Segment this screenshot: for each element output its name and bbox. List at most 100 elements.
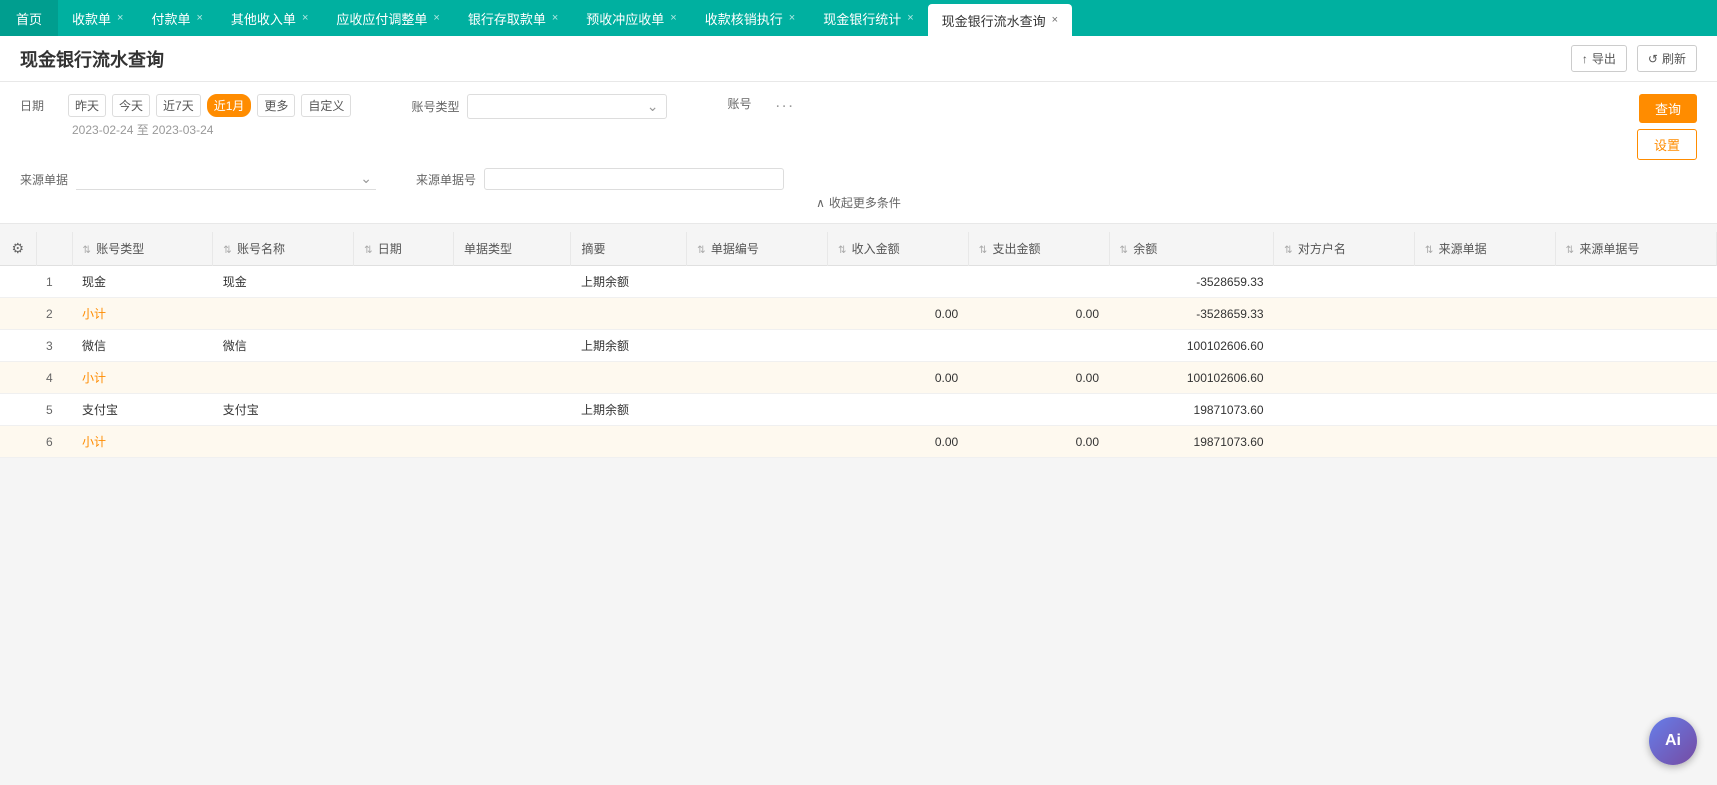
close-tab-5-icon[interactable]: × (670, 12, 676, 24)
account-type-label: 账号类型 (411, 98, 459, 115)
query-button[interactable]: 查询 (1639, 94, 1697, 123)
nav-tab-3[interactable]: 应收应付调整单 × (322, 0, 453, 36)
td-counterparty (1274, 298, 1415, 330)
nav-tab-8[interactable]: 现金银行流水查询 × (928, 4, 1072, 36)
close-tab-1-icon[interactable]: × (196, 12, 202, 24)
table-header-row: ⚙ ⇅ 账号类型 ⇅ 账号名称 ⇅ 日期 单据类型 (0, 232, 1717, 266)
collapse-label: 收起更多条件 (829, 194, 901, 211)
td-source-doc-no (1555, 394, 1716, 426)
table-row[interactable]: 5 支付宝 支付宝 上期余额 19871073.60 (0, 394, 1717, 426)
td-counterparty (1274, 394, 1415, 426)
close-tab-4-icon[interactable]: × (552, 12, 558, 24)
th-date[interactable]: ⇅ 日期 (354, 232, 454, 266)
td-gear (0, 330, 36, 362)
th-summary: 摘要 (571, 232, 687, 266)
table-row[interactable]: 6 小计 0.00 0.00 19871073.60 (0, 426, 1717, 458)
sort-balance-icon: ⇅ (1120, 245, 1128, 256)
account-label: 账号 (727, 95, 767, 112)
table-row[interactable]: 1 现金 现金 上期余额 -3528659.33 (0, 266, 1717, 298)
td-account-type: 小计 (72, 362, 213, 394)
sort-counterparty-icon: ⇅ (1284, 245, 1292, 256)
td-index: 1 (36, 266, 72, 298)
nav-tab-6[interactable]: 收款核销执行 × (691, 0, 809, 36)
td-expense: 0.00 (968, 362, 1109, 394)
table-row[interactable]: 4 小计 0.00 0.00 100102606.60 (0, 362, 1717, 394)
refresh-icon: ↺ (1648, 52, 1658, 66)
nav-home[interactable]: 首页 (0, 0, 58, 36)
th-income[interactable]: ⇅ 收入金额 (827, 232, 968, 266)
date-more[interactable]: 更多 (257, 94, 295, 117)
td-gear (0, 298, 36, 330)
td-date (354, 330, 454, 362)
nav-tab-1[interactable]: 付款单 × (137, 0, 216, 36)
nav-tab-7[interactable]: 现金银行统计 × (809, 0, 927, 36)
date-custom[interactable]: 自定义 (301, 94, 351, 117)
date-yesterday[interactable]: 昨天 (68, 94, 106, 117)
settings-button[interactable]: 设置 (1637, 129, 1697, 160)
refresh-button[interactable]: ↺ 刷新 (1637, 45, 1697, 72)
th-gear[interactable]: ⚙ (0, 232, 36, 266)
th-counterparty[interactable]: ⇅ 对方户名 (1274, 232, 1415, 266)
td-counterparty (1274, 266, 1415, 298)
th-expense[interactable]: ⇅ 支出金额 (968, 232, 1109, 266)
th-doc-no[interactable]: ⇅ 单据编号 (687, 232, 828, 266)
td-account-name (213, 362, 354, 394)
td-date (354, 362, 454, 394)
td-account-name: 微信 (213, 330, 354, 362)
close-tab-8-icon[interactable]: × (1052, 14, 1058, 26)
ai-badge[interactable]: Ai (1649, 717, 1697, 765)
th-account-type[interactable]: ⇅ 账号类型 (72, 232, 213, 266)
table-row[interactable]: 3 微信 微信 上期余额 100102606.60 (0, 330, 1717, 362)
td-income: 0.00 (827, 426, 968, 458)
th-doc-type: 单据类型 (454, 232, 571, 266)
date-1month[interactable]: 近1月 (207, 94, 252, 117)
td-expense (968, 266, 1109, 298)
nav-tab-0[interactable]: 收款单 × (58, 0, 137, 36)
close-tab-3-icon[interactable]: × (433, 12, 439, 24)
table-row[interactable]: 2 小计 0.00 0.00 -3528659.33 (0, 298, 1717, 330)
source-doc-select[interactable] (76, 168, 376, 190)
td-index: 3 (36, 330, 72, 362)
td-counterparty (1274, 426, 1415, 458)
td-account-name (213, 426, 354, 458)
filter-area: 日期 昨天 今天 近7天 近1月 更多 自定义 2023-02-24 至 202… (0, 82, 1717, 224)
td-income: 0.00 (827, 362, 968, 394)
td-account-name: 支付宝 (213, 394, 354, 426)
date-today[interactable]: 今天 (112, 94, 150, 117)
td-index: 6 (36, 426, 72, 458)
td-doc-no (687, 266, 828, 298)
nav-tab-4[interactable]: 银行存取款单 × (454, 0, 572, 36)
td-counterparty (1274, 362, 1415, 394)
source-doc-no-input[interactable] (484, 168, 784, 190)
close-tab-0-icon[interactable]: × (117, 12, 123, 24)
gear-icon[interactable]: ⚙ (11, 240, 24, 256)
close-tab-6-icon[interactable]: × (789, 12, 795, 24)
td-doc-no (687, 426, 828, 458)
th-source-doc-no[interactable]: ⇅ 来源单据号 (1555, 232, 1716, 266)
account-type-select[interactable] (467, 94, 667, 119)
td-doc-no (687, 298, 828, 330)
nav-tab-5[interactable]: 预收冲应收单 × (572, 0, 690, 36)
table-container: ⚙ ⇅ 账号类型 ⇅ 账号名称 ⇅ 日期 单据类型 (0, 232, 1717, 458)
export-button[interactable]: ↑ 导出 (1571, 45, 1627, 72)
td-doc-no (687, 394, 828, 426)
td-account-name (213, 298, 354, 330)
sort-account-name-icon: ⇅ (223, 245, 231, 256)
td-balance: 100102606.60 (1109, 362, 1274, 394)
td-gear (0, 426, 36, 458)
th-balance[interactable]: ⇅ 余额 (1109, 232, 1274, 266)
nav-tab-2[interactable]: 其他收入单 × (217, 0, 322, 36)
date-7days[interactable]: 近7天 (156, 94, 201, 117)
td-summary: 上期余额 (571, 330, 687, 362)
th-source-doc[interactable]: ⇅ 来源单据 (1414, 232, 1555, 266)
close-tab-7-icon[interactable]: × (907, 12, 913, 24)
td-date (354, 426, 454, 458)
th-account-name[interactable]: ⇅ 账号名称 (213, 232, 354, 266)
td-doc-type (454, 362, 571, 394)
date-label: 日期 (20, 97, 60, 114)
td-account-type: 支付宝 (72, 394, 213, 426)
td-income: 0.00 (827, 298, 968, 330)
collapse-bar[interactable]: ∧ 收起更多条件 (20, 194, 1697, 211)
close-tab-2-icon[interactable]: × (302, 12, 308, 24)
account-dots[interactable]: ... (775, 94, 794, 112)
